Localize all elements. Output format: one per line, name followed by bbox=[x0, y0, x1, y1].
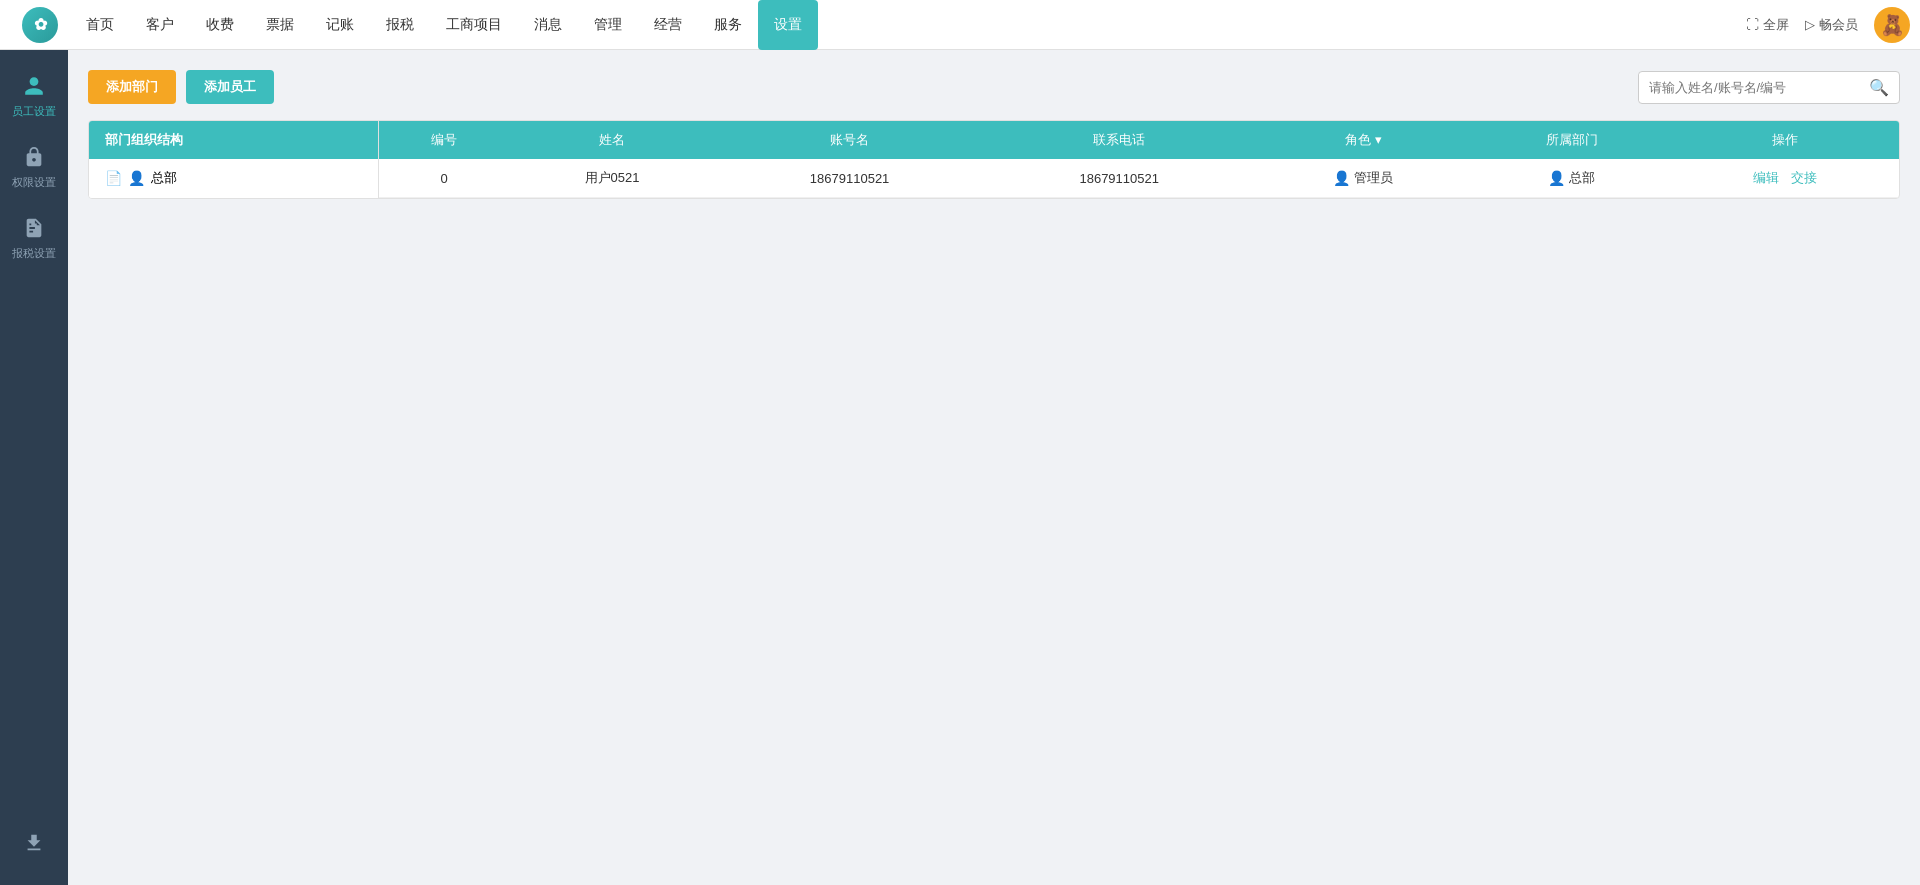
cell-code: 0 bbox=[379, 159, 509, 198]
nav-item-operation[interactable]: 经营 bbox=[638, 0, 698, 50]
sidebar-label-permission: 权限设置 bbox=[12, 175, 56, 190]
col-phone: 联系电话 bbox=[984, 121, 1254, 159]
fullscreen-button[interactable]: ⛶ 全屏 bbox=[1746, 16, 1789, 34]
search-box: 🔍 bbox=[1638, 71, 1900, 104]
dept-label: 总部 bbox=[1569, 169, 1595, 187]
main-content: 添加部门 添加员工 🔍 部门组织结构 📄 👤 总部 bbox=[68, 50, 1920, 885]
nav-item-tax[interactable]: 报税 bbox=[370, 0, 430, 50]
cell-name: 用户0521 bbox=[509, 159, 715, 198]
sidebar-item-tax-settings[interactable]: 报税设置 bbox=[0, 202, 68, 273]
dept-icon: 👤 bbox=[1548, 170, 1565, 186]
vip-button[interactable]: ▷ 畅会员 bbox=[1805, 16, 1858, 34]
table-area: 编号 姓名 账号名 联系电话 角色 ▾ 所属部门 操作 0 用户0521 18 bbox=[379, 121, 1899, 198]
col-action: 操作 bbox=[1671, 121, 1899, 159]
file-icon: 📄 bbox=[105, 170, 122, 186]
col-role[interactable]: 角色 ▾ bbox=[1254, 121, 1473, 159]
cell-account: 18679110521 bbox=[715, 159, 985, 198]
col-code: 编号 bbox=[379, 121, 509, 159]
role-icon: 👤 bbox=[1333, 170, 1350, 186]
sidebar-label-tax: 报税设置 bbox=[12, 246, 56, 261]
sidebar-item-download[interactable] bbox=[20, 817, 48, 869]
nav-item-settings[interactable]: 设置 bbox=[758, 0, 818, 50]
sidebar-item-employee-settings[interactable]: 员工设置 bbox=[0, 60, 68, 131]
lock-icon bbox=[20, 143, 48, 171]
search-button[interactable]: 🔍 bbox=[1859, 72, 1899, 103]
cell-phone: 18679110521 bbox=[984, 159, 1254, 198]
tree-item-label: 总部 bbox=[151, 169, 177, 187]
top-nav: ✿ 首页客户收费票据记账报税工商项目消息管理经营服务设置 ⛶ 全屏 ▷ 畅会员 … bbox=[0, 0, 1920, 50]
download-icon bbox=[20, 829, 48, 857]
transfer-link[interactable]: 交接 bbox=[1791, 170, 1817, 185]
col-account: 账号名 bbox=[715, 121, 985, 159]
fullscreen-icon: ⛶ bbox=[1746, 17, 1759, 32]
app-logo: ✿ bbox=[10, 0, 70, 50]
vip-label: 畅会员 bbox=[1819, 16, 1858, 34]
edit-link[interactable]: 编辑 bbox=[1753, 170, 1779, 185]
nav-item-management[interactable]: 管理 bbox=[578, 0, 638, 50]
sidebar-item-permission-settings[interactable]: 权限设置 bbox=[0, 131, 68, 202]
col-name: 姓名 bbox=[509, 121, 715, 159]
cell-actions: 编辑 交接 bbox=[1671, 159, 1899, 198]
nav-item-message[interactable]: 消息 bbox=[518, 0, 578, 50]
nav-right: ⛶ 全屏 ▷ 畅会员 🧸 bbox=[1746, 7, 1910, 43]
role-label: 管理员 bbox=[1354, 169, 1393, 187]
nav-item-service[interactable]: 服务 bbox=[698, 0, 758, 50]
tree-item-root[interactable]: 📄 👤 总部 bbox=[89, 159, 378, 197]
sidebar-bottom bbox=[20, 817, 48, 885]
tree-header: 部门组织结构 bbox=[89, 121, 378, 159]
table-header-row: 编号 姓名 账号名 联系电话 角色 ▾ 所属部门 操作 bbox=[379, 121, 1899, 159]
nav-item-home[interactable]: 首页 bbox=[70, 0, 130, 50]
fullscreen-label: 全屏 bbox=[1763, 16, 1789, 34]
employee-icon bbox=[20, 72, 48, 100]
nav-items: 首页客户收费票据记账报税工商项目消息管理经营服务设置 bbox=[70, 0, 1746, 50]
avatar[interactable]: 🧸 bbox=[1874, 7, 1910, 43]
add-dept-button[interactable]: 添加部门 bbox=[88, 70, 176, 104]
vip-icon: ▷ bbox=[1805, 17, 1815, 32]
employee-table: 编号 姓名 账号名 联系电话 角色 ▾ 所属部门 操作 0 用户0521 18 bbox=[379, 121, 1899, 198]
cell-dept: 👤 总部 bbox=[1473, 159, 1671, 198]
nav-item-business[interactable]: 工商项目 bbox=[430, 0, 518, 50]
layout: 员工设置 权限设置 报税设置 bbox=[0, 50, 1920, 885]
sidebar-label-employee: 员工设置 bbox=[12, 104, 56, 119]
toolbar: 添加部门 添加员工 🔍 bbox=[88, 70, 1900, 104]
user-icon: 👤 bbox=[128, 170, 145, 186]
add-employee-button[interactable]: 添加员工 bbox=[186, 70, 274, 104]
tree-panel: 部门组织结构 📄 👤 总部 bbox=[89, 121, 379, 198]
nav-item-invoice[interactable]: 票据 bbox=[250, 0, 310, 50]
nav-item-customer[interactable]: 客户 bbox=[130, 0, 190, 50]
nav-item-bookkeeping[interactable]: 记账 bbox=[310, 0, 370, 50]
cell-role: 👤 管理员 bbox=[1254, 159, 1473, 198]
tax-icon bbox=[20, 214, 48, 242]
col-dept: 所属部门 bbox=[1473, 121, 1671, 159]
search-input[interactable] bbox=[1639, 74, 1859, 101]
table-row: 0 用户0521 18679110521 18679110521 👤 管理员 👤… bbox=[379, 159, 1899, 198]
logo-icon: ✿ bbox=[22, 7, 58, 43]
body-area: 部门组织结构 📄 👤 总部 编号 姓名 账号名 联系电话 bbox=[88, 120, 1900, 199]
sidebar: 员工设置 权限设置 报税设置 bbox=[0, 50, 68, 885]
nav-item-billing[interactable]: 收费 bbox=[190, 0, 250, 50]
